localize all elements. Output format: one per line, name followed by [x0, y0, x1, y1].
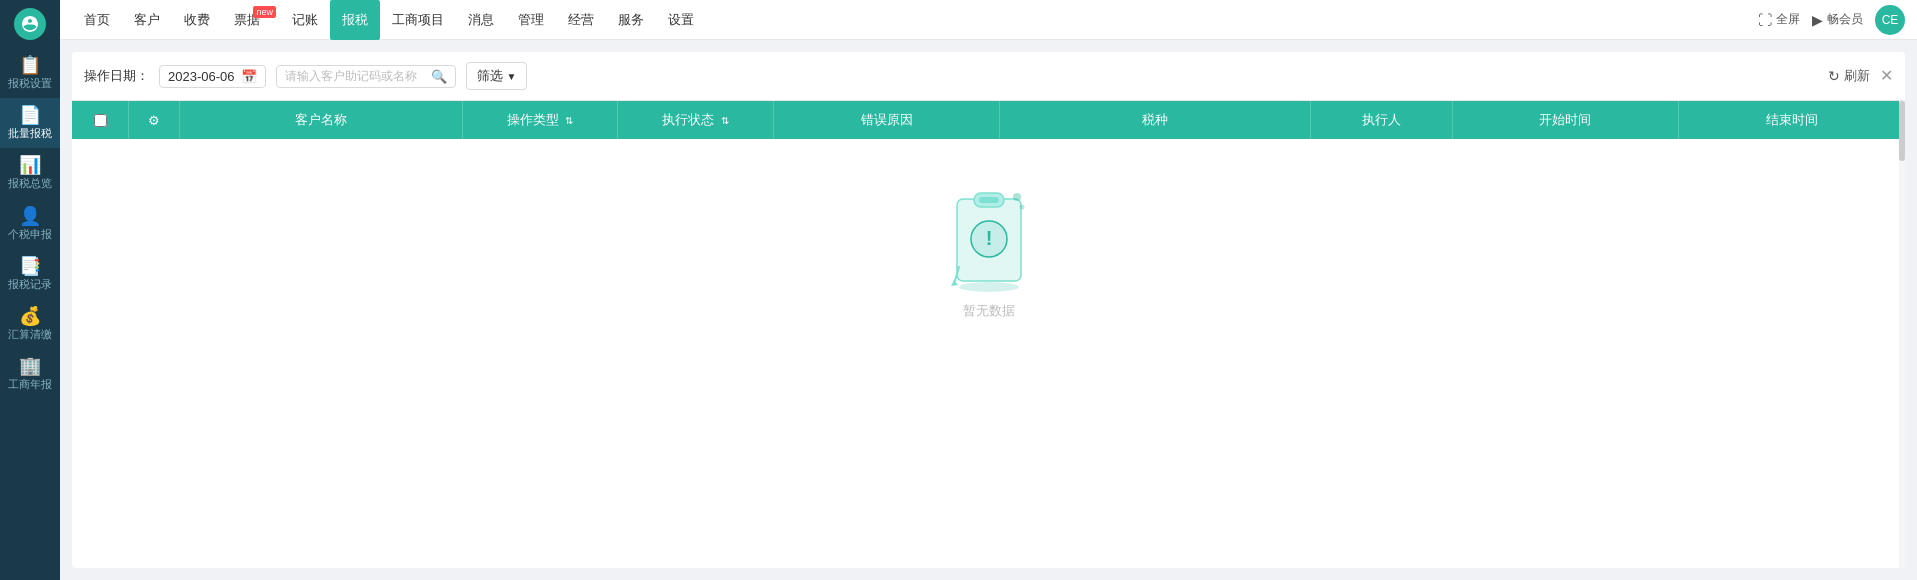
sidebar-item-label-2: 报税总览: [8, 177, 52, 190]
fullscreen-button[interactable]: ⛶ 全屏: [1758, 11, 1800, 28]
date-label: 操作日期：: [84, 67, 149, 85]
nav-jingying[interactable]: 经营: [556, 0, 606, 40]
user-avatar[interactable]: CE: [1875, 5, 1905, 35]
calendar-icon: 📅: [241, 69, 257, 84]
th-starttime: 开始时间: [1452, 101, 1678, 139]
nav-jizhang[interactable]: 记账: [280, 0, 330, 40]
member-icon: ▶: [1812, 12, 1823, 28]
baoshuishezhi-icon: 📋: [19, 56, 41, 74]
nav-shezhi[interactable]: 设置: [656, 0, 706, 40]
sidebar-item-label-4: 报税记录: [8, 278, 52, 291]
topnav-right: ⛶ 全屏 ▶ 畅会员 CE: [1758, 5, 1905, 35]
sidebar-item-piliangshuishu[interactable]: 📄 批量报税: [0, 98, 60, 148]
date-value: 2023-06-06: [168, 69, 235, 84]
settings-icon[interactable]: ⚙: [148, 113, 160, 128]
nav-baoshui[interactable]: 报税: [330, 0, 380, 40]
svg-rect-3: [979, 197, 999, 203]
th-customer: 客户名称: [179, 101, 462, 139]
sidebar-item-label: 报税设置: [8, 77, 52, 90]
refresh-icon: ↻: [1828, 68, 1840, 84]
sidebar-item-gongshangnianbaao[interactable]: 🏢 工商年报: [0, 349, 60, 399]
nav-gongshangxiangmu[interactable]: 工商项目: [380, 0, 456, 40]
content: 操作日期： 2023-06-06 📅 🔍 筛选 ▼ ↻ 刷新: [60, 40, 1917, 580]
sidebar-item-baoshuishezhi[interactable]: 📋 报税设置: [0, 48, 60, 98]
toolbar: 操作日期： 2023-06-06 📅 🔍 筛选 ▼ ↻ 刷新: [72, 52, 1905, 101]
piliangshuishu-icon: 📄: [19, 106, 41, 124]
sidebar-item-geshushenqing[interactable]: 👤 个税申报: [0, 199, 60, 249]
logo-icon: [14, 8, 46, 40]
main-table: ⚙ 客户名称 操作类型 ⇅ 执行状态 ⇅: [72, 101, 1905, 139]
geshushenqing-icon: 👤: [19, 207, 41, 225]
refresh-button[interactable]: ↻ 刷新: [1828, 67, 1870, 85]
sidebar-item-baoshujilu[interactable]: 📑 报税记录: [0, 249, 60, 299]
piaoju-badge: new: [253, 6, 276, 19]
huisuanqingsuan-icon: 💰: [19, 307, 41, 325]
th-executor: 执行人: [1311, 101, 1452, 139]
empty-illustration: !: [939, 179, 1039, 294]
nav-xiaoxi[interactable]: 消息: [456, 0, 506, 40]
baoshuizonglan-icon: 📊: [19, 156, 41, 174]
execstatus-sort-icon[interactable]: ⇅: [721, 115, 729, 126]
sidebar-logo: [0, 0, 60, 48]
fullscreen-icon: ⛶: [1758, 12, 1772, 28]
sidebar-item-label-1: 批量报税: [8, 127, 52, 140]
nav-shoufe[interactable]: 收费: [172, 0, 222, 40]
nav-fuwu[interactable]: 服务: [606, 0, 656, 40]
baoshujilu-icon: 📑: [19, 257, 41, 275]
close-button[interactable]: ✕: [1880, 68, 1893, 84]
chevron-down-icon: ▼: [507, 71, 517, 82]
empty-state: ! 暂无数据: [72, 139, 1905, 380]
sidebar-item-baoshuizonglan[interactable]: 📊 报税总览: [0, 148, 60, 198]
th-optype: 操作类型 ⇅: [462, 101, 618, 139]
member-button[interactable]: ▶ 畅会员: [1812, 11, 1863, 28]
optype-sort-icon[interactable]: ⇅: [565, 115, 573, 126]
nav-guanli[interactable]: 管理: [506, 0, 556, 40]
date-input[interactable]: 2023-06-06 📅: [159, 65, 266, 88]
filter-label: 筛选: [477, 67, 503, 85]
topnav: 首页 客户 收费 票据 new 记账 报税 工商项目 消息: [60, 0, 1917, 40]
search-icon[interactable]: 🔍: [431, 69, 447, 84]
svg-point-9: [1019, 205, 1024, 210]
svg-text:!: !: [985, 227, 992, 249]
sidebar-item-huisuanqingsuan[interactable]: 💰 汇算清缴: [0, 299, 60, 349]
main-wrapper: 首页 客户 收费 票据 new 记账 报税 工商项目 消息: [60, 0, 1917, 580]
sidebar-item-label-3: 个税申报: [8, 228, 52, 241]
th-gear: ⚙: [129, 101, 180, 139]
nav-shouye[interactable]: 首页: [72, 0, 122, 40]
select-all-checkbox[interactable]: [94, 114, 107, 127]
topnav-items: 首页 客户 收费 票据 new 记账 报税 工商项目 消息: [72, 0, 1758, 40]
scrollbar-track[interactable]: [1899, 101, 1905, 568]
table-container: ⚙ 客户名称 操作类型 ⇅ 执行状态 ⇅: [72, 101, 1905, 568]
filter-button[interactable]: 筛选 ▼: [466, 62, 528, 90]
th-errorreason: 错误原因: [773, 101, 999, 139]
svg-point-8: [1013, 193, 1021, 201]
table-section: 操作日期： 2023-06-06 📅 🔍 筛选 ▼ ↻ 刷新: [72, 52, 1905, 568]
th-execstatus: 执行状态 ⇅: [618, 101, 774, 139]
nav-kehu[interactable]: 客户: [122, 0, 172, 40]
gongshangnianbaao-icon: 🏢: [19, 357, 41, 375]
th-check: [72, 101, 129, 139]
search-box[interactable]: 🔍: [276, 65, 456, 88]
sidebar: 📋 报税设置 📄 批量报税 📊 报税总览 👤 个税申报 📑 报税记录 💰 汇算清…: [0, 0, 60, 580]
sidebar-item-label-5: 汇算清缴: [8, 328, 52, 341]
svg-point-0: [959, 282, 1019, 292]
search-input[interactable]: [285, 69, 425, 83]
scrollbar-thumb[interactable]: [1899, 101, 1905, 161]
sidebar-item-label-6: 工商年报: [8, 378, 52, 391]
nav-piaoju[interactable]: 票据 new: [222, 0, 280, 40]
th-endtime: 结束时间: [1679, 101, 1905, 139]
svg-marker-7: [951, 280, 958, 286]
th-taxtype: 税种: [1000, 101, 1311, 139]
empty-text: 暂无数据: [963, 302, 1015, 320]
